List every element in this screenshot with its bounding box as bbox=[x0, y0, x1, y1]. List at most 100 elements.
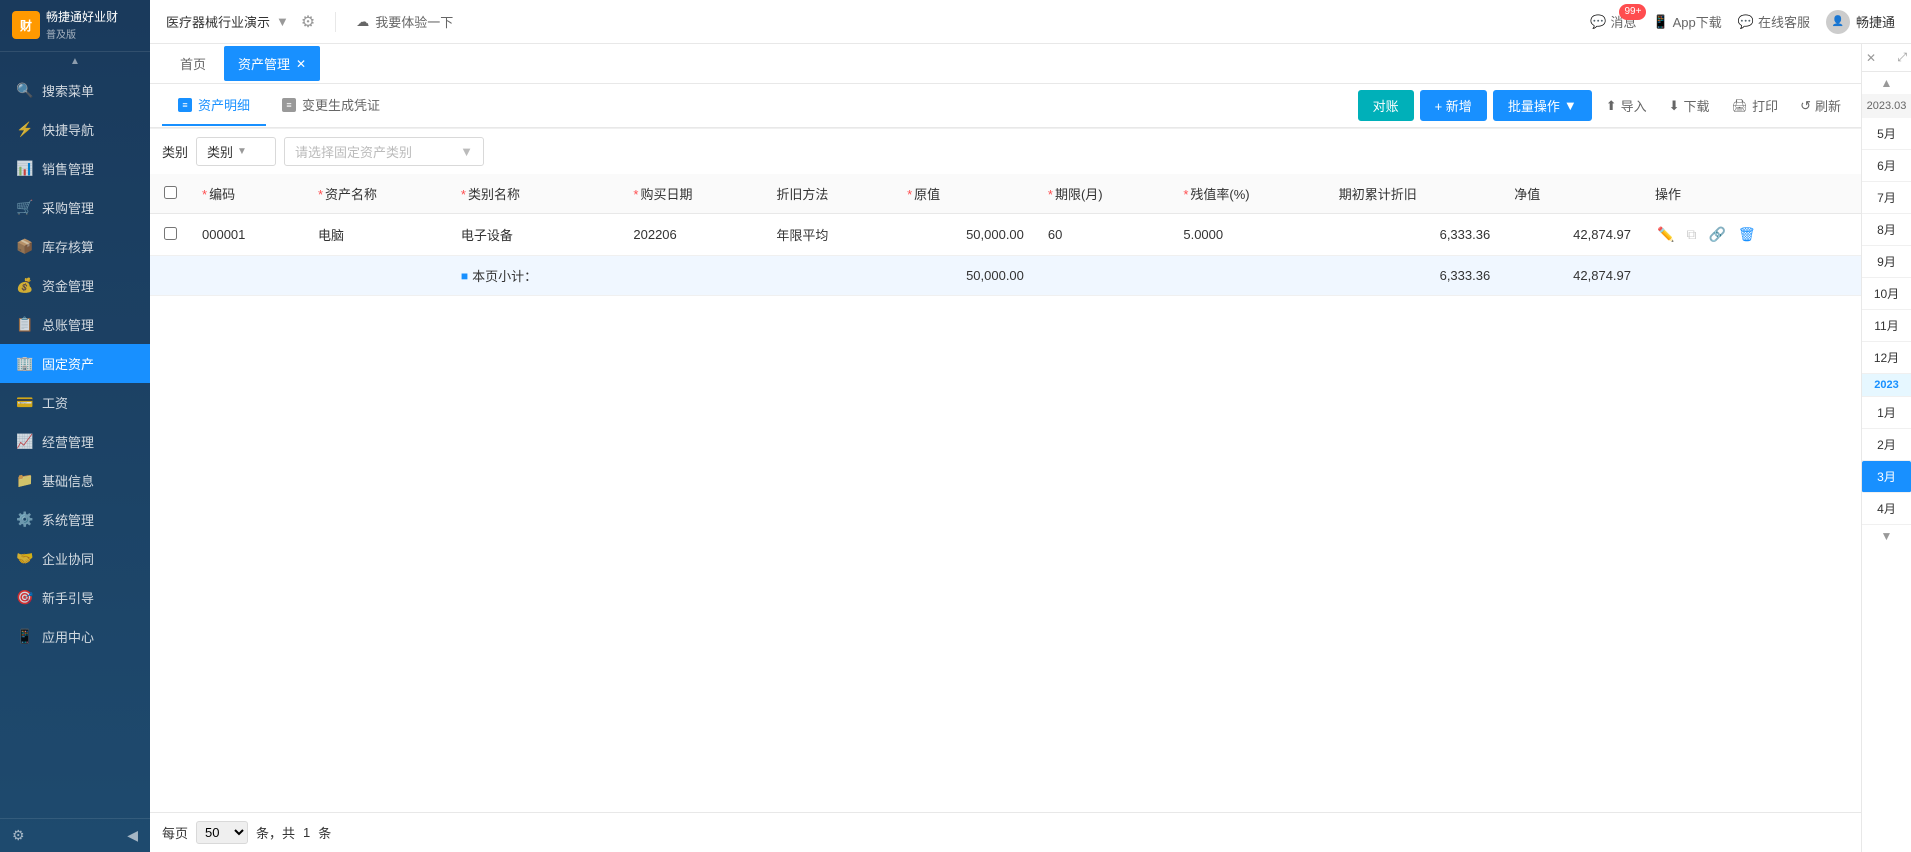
sidebar-item-sysmanage[interactable]: ⚙️ 系统管理 bbox=[0, 500, 150, 539]
panel-close-icon[interactable]: ✕ bbox=[1866, 51, 1876, 65]
username: 畅捷通 bbox=[1856, 12, 1895, 31]
app-download-btn[interactable]: 📱 App下载 bbox=[1652, 12, 1721, 31]
sub-tab-asset-detail[interactable]: ≡ 资产明细 bbox=[162, 85, 266, 126]
month-5[interactable]: 5月 bbox=[1862, 118, 1911, 150]
appcenter-icon: 📱 bbox=[16, 628, 34, 645]
download-icon: 📱 bbox=[1652, 14, 1668, 30]
filter-input-arrow: ▼ bbox=[460, 144, 473, 159]
sub-tab-change-voucher[interactable]: ≡ 变更生成凭证 bbox=[266, 85, 396, 126]
experience-btn[interactable]: ☁ 我要体验一下 bbox=[356, 12, 453, 31]
month-11[interactable]: 11月 bbox=[1862, 310, 1911, 342]
sidebar-item-fixedassets[interactable]: 🏢 固定资产 bbox=[0, 344, 150, 383]
messages-icon: 💬 bbox=[1590, 14, 1606, 30]
user-menu[interactable]: 👤 畅捷通 bbox=[1826, 10, 1895, 34]
month-3-active[interactable]: 3月 bbox=[1862, 461, 1911, 493]
sidebar-bottom: ⚙ ◀ bbox=[0, 818, 150, 852]
sidebar-item-enterprise[interactable]: 🤝 企业协同 bbox=[0, 539, 150, 578]
sidebar-item-ledger[interactable]: 📋 总账管理 bbox=[0, 305, 150, 344]
sidebar-item-operations[interactable]: 📈 经营管理 bbox=[0, 422, 150, 461]
month-12[interactable]: 12月 bbox=[1862, 342, 1911, 374]
sidebar-item-label: 经营管理 bbox=[42, 432, 94, 451]
link-icon[interactable]: 🔗 bbox=[1706, 224, 1727, 245]
sidebar-item-inventory[interactable]: 📦 库存核算 bbox=[0, 227, 150, 266]
delete-icon[interactable]: 🗑 bbox=[1736, 224, 1758, 245]
avatar: 👤 bbox=[1826, 10, 1850, 34]
month-6[interactable]: 6月 bbox=[1862, 150, 1911, 182]
right-panel: ✕ ⤢ ▲ 2023.03 5月 6月 7月 8月 9月 10月 11月 12月… bbox=[1861, 44, 1911, 852]
download-button[interactable]: ⬇ 下载 bbox=[1661, 91, 1718, 120]
sidebar-item-sales[interactable]: 📊 销售管理 bbox=[0, 149, 150, 188]
month-4[interactable]: 4月 bbox=[1862, 493, 1911, 525]
topbar-right: 💬 消息 99+ 📱 App下载 💬 在线客服 👤 畅捷通 bbox=[1590, 10, 1895, 34]
collapse-icon[interactable]: ◀ bbox=[127, 827, 138, 844]
sidebar-item-label: 工资 bbox=[42, 393, 68, 412]
select-all-checkbox[interactable] bbox=[164, 186, 177, 199]
tab-close-icon[interactable]: ✕ bbox=[296, 57, 306, 71]
sales-icon: 📊 bbox=[16, 160, 34, 177]
filter-category-input[interactable]: 请选择固定资产类别 ▼ bbox=[284, 137, 484, 166]
month-2[interactable]: 2月 bbox=[1862, 429, 1911, 461]
app-edition: 普及版 bbox=[46, 26, 118, 41]
download-label: 下载 bbox=[1684, 96, 1710, 115]
month-9[interactable]: 9月 bbox=[1862, 246, 1911, 278]
asset-table-wrapper: *编码 *资产名称 *类别名称 *购买日期 折旧方法 *原值 *期限(月) *残… bbox=[150, 174, 1861, 812]
batch-ops-button[interactable]: 批量操作 ▼ bbox=[1493, 90, 1592, 121]
company-dropdown-icon: ▼ bbox=[276, 14, 289, 29]
sidebar-item-label: 系统管理 bbox=[42, 510, 94, 529]
sidebar-item-funds[interactable]: 💰 资金管理 bbox=[0, 266, 150, 305]
subtotal-icon: ■ bbox=[461, 269, 468, 283]
settings-gear-icon[interactable]: ⚙ bbox=[301, 12, 315, 32]
row-residual-rate: 5.0000 bbox=[1171, 214, 1326, 256]
guide-icon: 🎯 bbox=[16, 589, 34, 606]
tab-bar: 首页 资产管理 ✕ bbox=[150, 44, 1861, 84]
subtotal-empty-1 bbox=[150, 256, 190, 296]
sidebar-item-salary[interactable]: 💳 工资 bbox=[0, 383, 150, 422]
month-8[interactable]: 8月 bbox=[1862, 214, 1911, 246]
company-selector[interactable]: 医疗器械行业演示 ▼ bbox=[166, 12, 289, 31]
panel-expand-icon[interactable]: ⤢ bbox=[1897, 50, 1907, 65]
panel-down-arrow[interactable]: ▼ bbox=[1877, 525, 1897, 547]
row-checkbox[interactable] bbox=[164, 227, 177, 240]
sidebar-scroll-up[interactable]: ▲ bbox=[0, 52, 150, 71]
duizhang-button[interactable]: 对账 bbox=[1358, 90, 1414, 121]
online-service-label: 在线客服 bbox=[1758, 12, 1810, 31]
sidebar-item-label: 企业协同 bbox=[42, 549, 94, 568]
new-button[interactable]: + 新增 bbox=[1420, 90, 1487, 121]
purchase-icon: 🛒 bbox=[16, 199, 34, 216]
sidebar-item-guide[interactable]: 🎯 新手引导 bbox=[0, 578, 150, 617]
messages-btn[interactable]: 💬 消息 99+ bbox=[1590, 12, 1636, 31]
sidebar-item-label: 固定资产 bbox=[42, 354, 94, 373]
month-1[interactable]: 1月 bbox=[1862, 397, 1911, 429]
month-7[interactable]: 7月 bbox=[1862, 182, 1911, 214]
table-header-row: *编码 *资产名称 *类别名称 *购买日期 折旧方法 *原值 *期限(月) *残… bbox=[150, 174, 1861, 214]
import-button[interactable]: ⬆ 导入 bbox=[1598, 91, 1655, 120]
sidebar-item-appcenter[interactable]: 📱 应用中心 bbox=[0, 617, 150, 656]
sidebar-item-label: 应用中心 bbox=[42, 627, 94, 646]
sub-tab-change-voucher-label: 变更生成凭证 bbox=[302, 95, 380, 114]
experience-text: 我要体验一下 bbox=[375, 12, 453, 31]
edit-icon[interactable]: ✏️ bbox=[1655, 224, 1676, 245]
refresh-button[interactable]: ↺ 刷新 bbox=[1792, 91, 1849, 120]
sidebar-item-quicknav[interactable]: ⚡ 快捷导航 bbox=[0, 110, 150, 149]
sidebar-item-label: 基础信息 bbox=[42, 471, 94, 490]
month-10[interactable]: 10月 bbox=[1862, 278, 1911, 310]
sidebar-item-purchase[interactable]: 🛒 采购管理 bbox=[0, 188, 150, 227]
batch-ops-arrow: ▼ bbox=[1564, 98, 1577, 113]
sidebar-item-search[interactable]: 🔍 搜索菜单 bbox=[0, 71, 150, 110]
sidebar-item-basicinfo[interactable]: 📁 基础信息 bbox=[0, 461, 150, 500]
copy-icon[interactable]: ⧉ bbox=[1684, 224, 1698, 245]
sidebar-menu: 🔍 搜索菜单 ⚡ 快捷导航 📊 销售管理 🛒 采购管理 📦 库存核算 💰 资金管… bbox=[0, 71, 150, 818]
pagination: 每页 50 100 条，共 1 条 bbox=[150, 812, 1861, 852]
fixedassets-icon: 🏢 bbox=[16, 355, 34, 372]
print-button[interactable]: 🖨 打印 bbox=[1724, 91, 1787, 120]
tab-home[interactable]: 首页 bbox=[166, 46, 220, 81]
panel-up-arrow[interactable]: ▲ bbox=[1877, 72, 1897, 94]
filter-category-arrow: ▼ bbox=[237, 146, 247, 157]
online-service-btn[interactable]: 💬 在线客服 bbox=[1738, 12, 1810, 31]
tab-asset-manage[interactable]: 资产管理 ✕ bbox=[224, 46, 320, 81]
filter-category-dropdown[interactable]: 类别 ▼ bbox=[196, 137, 276, 166]
filter-category-label: 类别 bbox=[162, 142, 188, 161]
settings-icon[interactable]: ⚙ bbox=[12, 827, 25, 844]
per-page-select[interactable]: 50 100 bbox=[196, 821, 248, 844]
right-panel-header: ✕ ⤢ bbox=[1862, 44, 1911, 72]
